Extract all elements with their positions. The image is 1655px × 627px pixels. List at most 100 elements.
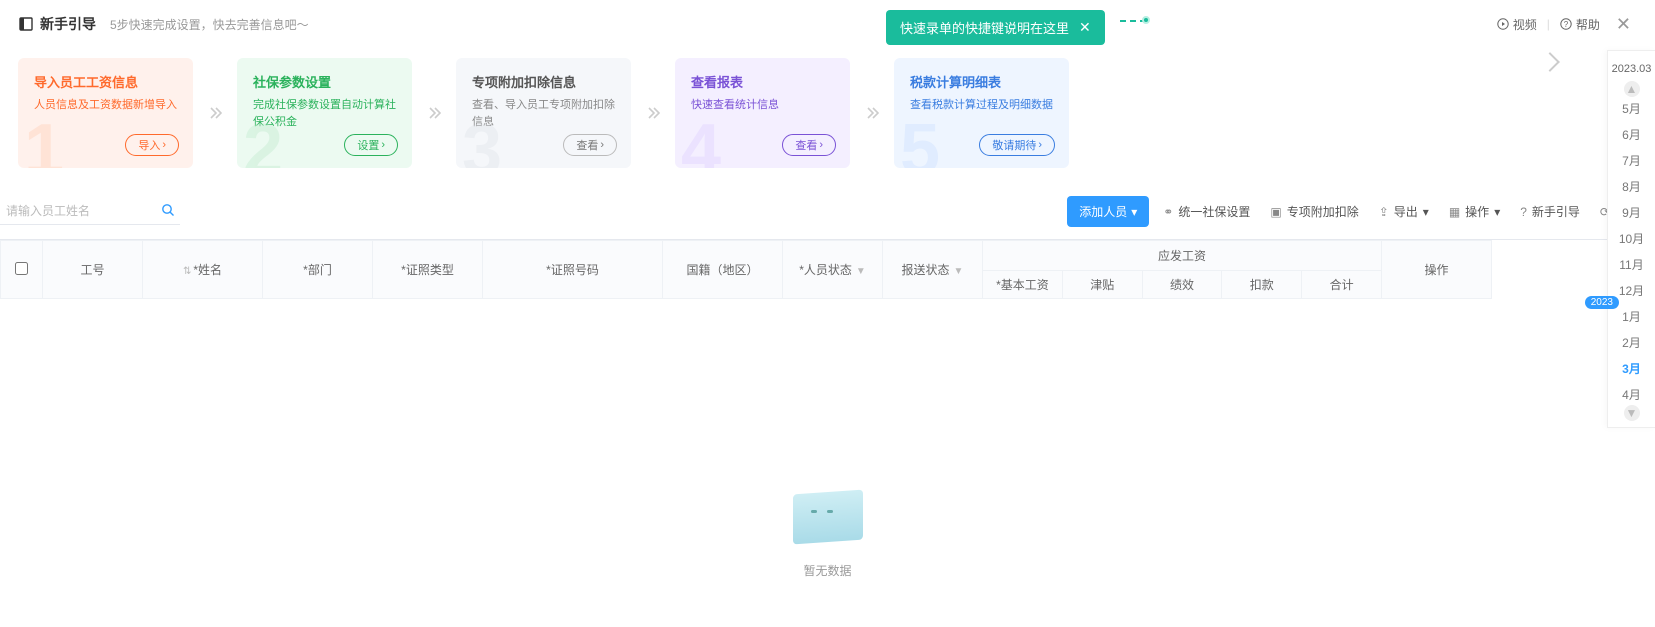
- month-item[interactable]: 3月: [1608, 357, 1655, 379]
- select-all-checkbox[interactable]: [15, 262, 28, 275]
- col-nation[interactable]: 国籍（地区）: [663, 241, 783, 299]
- social-settings-button[interactable]: ⚭ 统一社保设置: [1157, 197, 1256, 226]
- step-separator: [860, 58, 884, 168]
- month-item[interactable]: 4月: [1608, 383, 1655, 405]
- step-separator: [641, 58, 665, 168]
- shortcut-toast: 快速录单的快捷键说明在这里 ✕: [886, 10, 1105, 45]
- filter-icon[interactable]: ▼: [954, 266, 964, 277]
- double-chevron-icon: [645, 105, 661, 121]
- col-deduction[interactable]: 扣款: [1222, 271, 1302, 299]
- double-chevron-icon: [207, 105, 223, 121]
- chevron-right-icon: ›: [1038, 139, 1042, 151]
- col-total[interactable]: 合计: [1302, 271, 1382, 299]
- empty-text: 暂无数据: [803, 562, 851, 579]
- month-item[interactable]: 9月: [1608, 201, 1655, 223]
- chevron-right-icon: ›: [819, 139, 823, 151]
- col-cert-type[interactable]: *证照类型: [373, 241, 483, 299]
- empty-state: 暂无数据: [0, 299, 1655, 579]
- step-card-reports: 查看报表 快速查看统计信息 4 查看›: [675, 58, 850, 168]
- col-status[interactable]: *人员状态▼: [783, 241, 883, 299]
- col-base-pay[interactable]: *基本工资: [983, 271, 1063, 299]
- search-icon[interactable]: [161, 203, 175, 220]
- svg-text:?: ?: [1564, 20, 1569, 29]
- date-panel: 2023.03 ▲ 5月6月7月8月9月10月11月12月1月2月3月4月 ▼: [1607, 50, 1655, 428]
- col-dept[interactable]: *部门: [263, 241, 373, 299]
- date-year-label: 2023.03: [1612, 57, 1652, 81]
- step-title: 查看报表: [691, 72, 834, 91]
- filter-icon[interactable]: ▼: [856, 266, 866, 277]
- step-title: 税款计算明细表: [910, 72, 1053, 91]
- col-performance[interactable]: 绩效: [1142, 271, 1222, 299]
- export-icon: ⇪: [1379, 205, 1389, 219]
- guide-title: 新手引导: [18, 14, 96, 34]
- year-badge: 2023: [1585, 296, 1619, 309]
- settings-button[interactable]: 设置›: [344, 134, 398, 156]
- play-icon: [1497, 18, 1509, 30]
- month-item[interactable]: 7月: [1608, 149, 1655, 171]
- step-number: 5: [900, 114, 940, 168]
- empty-illustration: [783, 472, 873, 552]
- search-input[interactable]: [6, 204, 161, 218]
- chevron-down-icon: ▾: [1423, 205, 1429, 219]
- sort-icon: ⇅: [183, 266, 191, 277]
- guide-title-text: 新手引导: [40, 14, 96, 34]
- double-chevron-icon: [426, 105, 442, 121]
- people-icon: ⚭: [1163, 205, 1173, 219]
- month-item[interactable]: 2月: [1608, 331, 1655, 353]
- chevron-right-icon: ›: [162, 139, 166, 151]
- help-link[interactable]: ? 帮助: [1560, 16, 1600, 33]
- col-id[interactable]: 工号: [43, 241, 143, 299]
- col-checkbox: [1, 241, 43, 299]
- guide-subtitle: 5步快速完成设置，快去完善信息吧～: [110, 16, 309, 33]
- step-title: 专项附加扣除信息: [472, 72, 615, 91]
- scan-icon: ▣: [1270, 205, 1281, 219]
- step-separator: [422, 58, 446, 168]
- guide-header: 新手引导 5步快速完成设置，快去完善信息吧～ 快速录单的快捷键说明在这里 ✕ 视…: [0, 0, 1655, 48]
- col-allowance[interactable]: 津贴: [1062, 271, 1142, 299]
- guide-button[interactable]: ? 新手引导: [1514, 197, 1586, 226]
- month-item[interactable]: 5月: [1608, 97, 1655, 119]
- double-chevron-icon: [864, 105, 880, 121]
- step-number: 4: [681, 114, 721, 168]
- month-item[interactable]: 11月: [1608, 253, 1655, 275]
- scroll-down-icon[interactable]: ▼: [1624, 405, 1640, 421]
- month-list: 5月6月7月8月9月10月11月12月1月2月3月4月: [1608, 97, 1655, 405]
- operate-button[interactable]: ▦ 操作 ▾: [1443, 197, 1506, 226]
- step-title: 社保参数设置: [253, 72, 396, 91]
- add-person-button[interactable]: 添加人员 ▾: [1067, 196, 1149, 227]
- header-right: 视频 | ? 帮助 ✕: [1497, 14, 1637, 35]
- divider: |: [1547, 17, 1550, 31]
- book-icon: [18, 16, 34, 32]
- scroll-up-icon[interactable]: ▲: [1624, 81, 1640, 97]
- view-button[interactable]: 查看›: [782, 134, 836, 156]
- steps-row: 导入员工工资信息 人员信息及工资数据新增导入 1 导入› 社保参数设置 完成社保…: [0, 48, 1655, 188]
- special-deduction-button[interactable]: ▣ 专项附加扣除: [1264, 197, 1364, 226]
- chevron-down-icon: ▾: [1494, 205, 1500, 219]
- grid-icon: ▦: [1449, 205, 1460, 219]
- step-number: 1: [24, 114, 64, 168]
- import-button[interactable]: 导入›: [125, 134, 179, 156]
- month-item[interactable]: 8月: [1608, 175, 1655, 197]
- step-card-social: 社保参数设置 完成社保参数设置自动计算社保公积金 2 设置›: [237, 58, 412, 168]
- step-number: 3: [462, 114, 502, 168]
- col-operate: 操作: [1382, 241, 1492, 299]
- help-icon: ?: [1560, 18, 1572, 30]
- help-icon: ?: [1520, 205, 1527, 219]
- month-item[interactable]: 6月: [1608, 123, 1655, 145]
- toast-close-icon[interactable]: ✕: [1079, 19, 1091, 36]
- search-box: [0, 199, 180, 225]
- video-link[interactable]: 视频: [1497, 16, 1537, 33]
- coming-soon-button[interactable]: 敬请期待›: [979, 134, 1055, 156]
- chevron-down-icon: ▾: [1131, 205, 1137, 219]
- toast-pointer-dot: [1142, 16, 1150, 24]
- export-button[interactable]: ⇪ 导出 ▾: [1373, 197, 1435, 226]
- step-number: 2: [243, 114, 283, 168]
- col-cert-no[interactable]: *证照号码: [483, 241, 663, 299]
- col-report-status[interactable]: 报送状态▼: [883, 241, 983, 299]
- month-item[interactable]: 10月: [1608, 227, 1655, 249]
- col-name[interactable]: ⇅*姓名: [143, 241, 263, 299]
- step-card-deduction: 专项附加扣除信息 查看、导入员工专项附加扣除信息 3 查看›: [456, 58, 631, 168]
- step-title: 导入员工工资信息: [34, 72, 177, 91]
- view-button[interactable]: 查看›: [563, 134, 617, 156]
- close-icon[interactable]: ✕: [1610, 14, 1637, 35]
